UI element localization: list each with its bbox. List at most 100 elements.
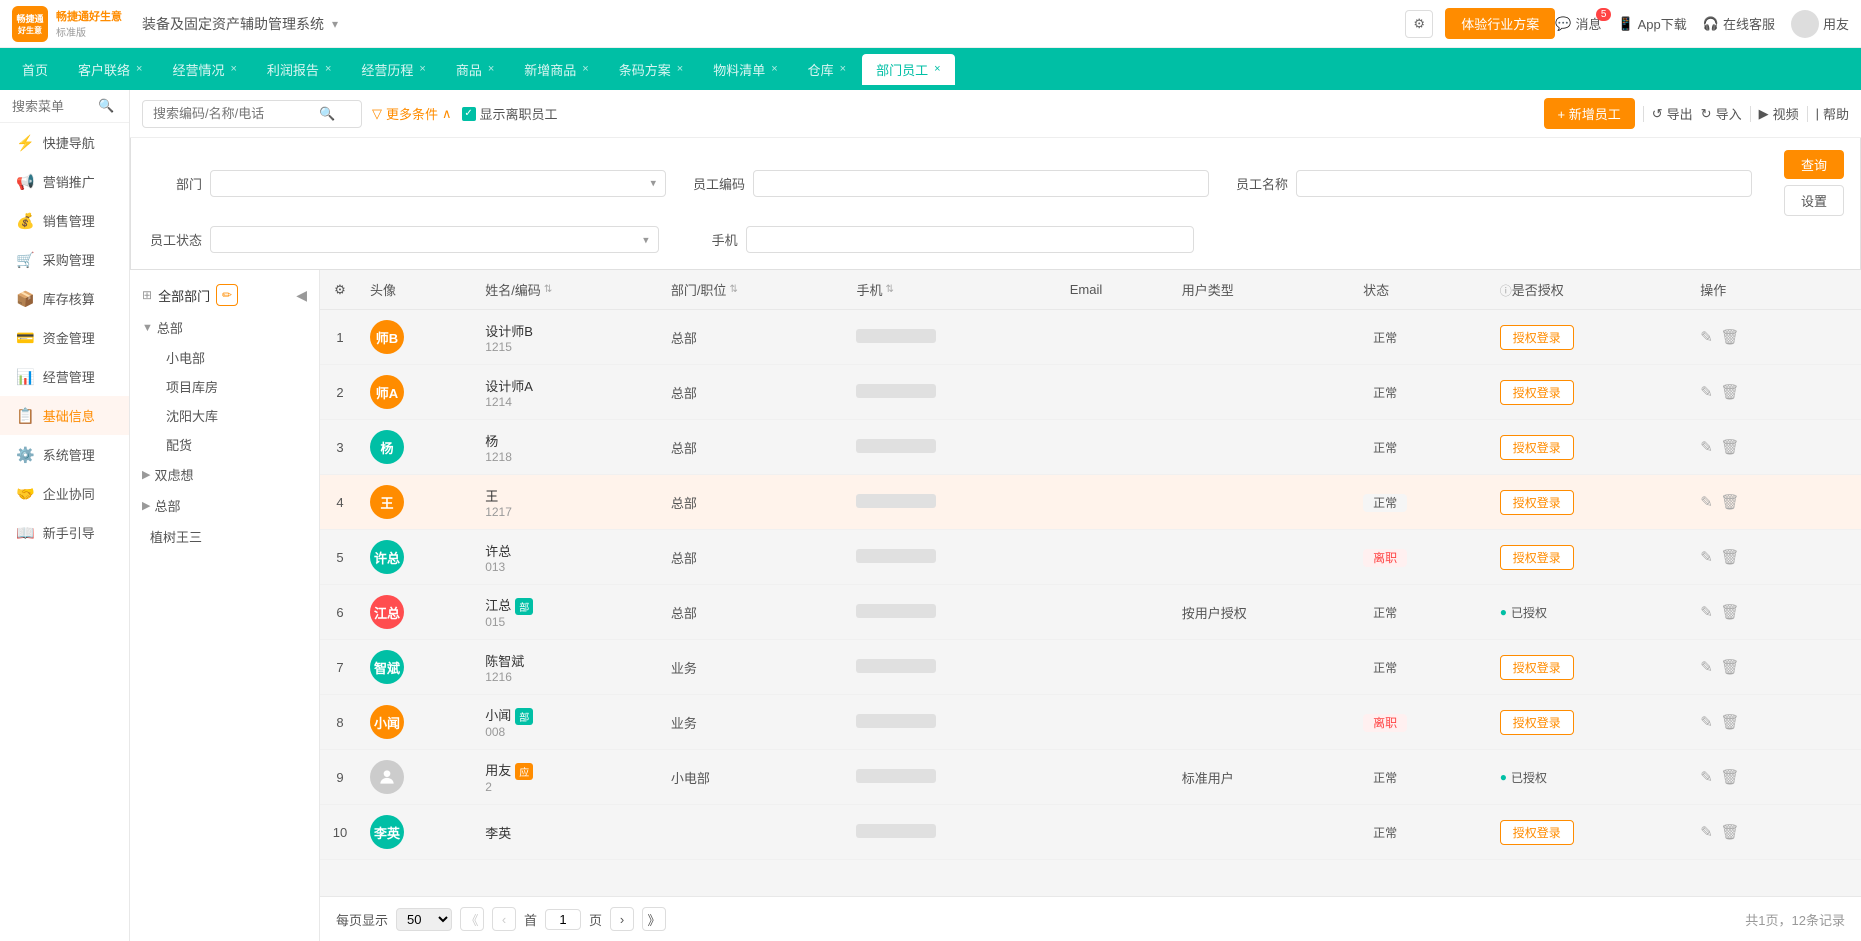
set-button[interactable]: 设置 xyxy=(1784,185,1844,216)
help-button[interactable]: | 帮助 xyxy=(1816,104,1849,123)
settings-button[interactable]: ⚙ xyxy=(1405,10,1433,38)
tab-add-goods[interactable]: 新增商品 × xyxy=(510,54,602,85)
edit-button[interactable]: ✎ xyxy=(1700,824,1713,841)
edit-button[interactable]: ✎ xyxy=(1700,439,1713,456)
auth-login-button[interactable]: 授权登录 xyxy=(1500,380,1574,405)
more-filter-button[interactable]: ▽ 更多条件 ∧ xyxy=(372,104,452,123)
tab-warehouse[interactable]: 仓库 × xyxy=(794,54,860,85)
sidebar-item-basic[interactable]: 📋 基础信息 xyxy=(0,396,129,435)
show-resigned-toggle[interactable]: ✓ 显示离职员工 xyxy=(462,104,558,123)
close-icon[interactable]: × xyxy=(230,63,236,75)
add-employee-button[interactable]: + 新增员工 xyxy=(1544,98,1635,129)
edit-button[interactable]: ✎ xyxy=(1700,329,1713,346)
delete-button[interactable]: 🗑 xyxy=(1720,824,1739,841)
emp-code-input[interactable] xyxy=(753,170,1209,197)
online-service-button[interactable]: 🎧 在线客服 xyxy=(1703,14,1775,33)
sidebar-item-sales[interactable]: 💰 销售管理 xyxy=(0,201,129,240)
prev-page-button[interactable]: ‹ xyxy=(492,907,516,931)
per-page-select[interactable]: 50 100 200 xyxy=(396,908,452,931)
delete-button[interactable]: 🗑 xyxy=(1720,439,1739,456)
dept-item-zongbu2[interactable]: ▶ 总部 xyxy=(130,490,319,521)
dept-sub-shenyang[interactable]: 沈阳大库 xyxy=(130,401,319,430)
close-icon[interactable]: × xyxy=(771,63,777,75)
close-icon[interactable]: × xyxy=(325,63,331,75)
last-page-button[interactable]: 》 xyxy=(642,907,666,931)
auth-login-button[interactable]: 授权登录 xyxy=(1500,710,1574,735)
sidebar-item-business[interactable]: 📊 经营管理 xyxy=(0,357,129,396)
tab-home[interactable]: 首页 xyxy=(8,54,62,85)
sidebar-item-inventory[interactable]: 📦 库存核算 xyxy=(0,279,129,318)
tab-employees[interactable]: 部门员工 × xyxy=(862,54,954,85)
emp-status-select[interactable] xyxy=(210,226,659,253)
delete-button[interactable]: 🗑 xyxy=(1720,659,1739,676)
dropdown-arrow-icon[interactable]: ▾ xyxy=(332,17,338,31)
close-icon[interactable]: × xyxy=(582,63,588,75)
dept-sub-xiangmu[interactable]: 项目库房 xyxy=(130,372,319,401)
close-icon[interactable]: × xyxy=(677,63,683,75)
delete-button[interactable]: 🗑 xyxy=(1720,494,1739,511)
search-input[interactable] xyxy=(153,106,313,121)
sidebar-item-purchase[interactable]: 🛒 采购管理 xyxy=(0,240,129,279)
tab-operation[interactable]: 经营情况 × xyxy=(158,54,250,85)
import-button[interactable]: ↻ 导入 xyxy=(1701,104,1742,123)
dept-item-zongbu[interactable]: ▼ 总部 xyxy=(130,312,319,343)
dept-select[interactable] xyxy=(210,170,666,197)
edit-button[interactable]: ✎ xyxy=(1700,604,1713,621)
close-icon[interactable]: × xyxy=(136,63,142,75)
tab-goods[interactable]: 商品 × xyxy=(442,54,508,85)
delete-button[interactable]: 🗑 xyxy=(1720,604,1739,621)
edit-button[interactable]: ✎ xyxy=(1700,549,1713,566)
delete-button[interactable]: 🗑 xyxy=(1720,769,1739,786)
tab-customer[interactable]: 客户联络 × xyxy=(64,54,156,85)
column-settings-icon[interactable]: ⚙ xyxy=(334,282,346,297)
delete-button[interactable]: 🗑 xyxy=(1720,549,1739,566)
sort-dept[interactable]: 部门/职位 ⇅ xyxy=(671,280,837,299)
sort-phone[interactable]: 手机 ⇅ xyxy=(856,280,1049,299)
delete-button[interactable]: 🗑 xyxy=(1720,329,1739,346)
edit-button[interactable]: ✎ xyxy=(1700,494,1713,511)
tab-profit[interactable]: 利润报告 × xyxy=(253,54,345,85)
sidebar-search-input[interactable] xyxy=(12,99,92,114)
delete-button[interactable]: 🗑 xyxy=(1720,714,1739,731)
tab-history[interactable]: 经营历程 × xyxy=(347,54,439,85)
close-icon[interactable]: × xyxy=(419,63,425,75)
edit-button[interactable]: ✎ xyxy=(1700,384,1713,401)
sidebar-item-finance[interactable]: 💳 资金管理 xyxy=(0,318,129,357)
tab-barcode[interactable]: 条码方案 × xyxy=(605,54,697,85)
dept-edit-button[interactable]: ✏ xyxy=(216,284,238,306)
edit-button[interactable]: ✎ xyxy=(1700,769,1713,786)
auth-login-button[interactable]: 授权登录 xyxy=(1500,820,1574,845)
sidebar-item-collab[interactable]: 🤝 企业协同 xyxy=(0,474,129,513)
dept-collapse-button[interactable]: ◀ xyxy=(296,287,307,304)
auth-login-button[interactable]: 授权登录 xyxy=(1500,325,1574,350)
auth-login-button[interactable]: 授权登录 xyxy=(1500,545,1574,570)
delete-button[interactable]: 🗑 xyxy=(1720,384,1739,401)
page-number-input[interactable] xyxy=(545,909,581,930)
sidebar-item-guide[interactable]: 📖 新手引导 xyxy=(0,513,129,552)
auth-login-button[interactable]: 授权登录 xyxy=(1500,435,1574,460)
trial-button[interactable]: 体验行业方案 xyxy=(1445,8,1555,39)
video-button[interactable]: ▶ 视频 xyxy=(1759,104,1799,123)
close-icon[interactable]: × xyxy=(934,63,940,75)
query-button[interactable]: 查询 xyxy=(1784,150,1844,179)
app-download-button[interactable]: 📱 App下载 xyxy=(1617,14,1686,33)
tab-bom[interactable]: 物料清单 × xyxy=(699,54,791,85)
next-page-button[interactable]: › xyxy=(610,907,634,931)
user-menu-button[interactable]: 用友 xyxy=(1791,10,1849,38)
phone-input[interactable] xyxy=(746,226,1195,253)
dept-item-zhishu[interactable]: 植树王三 xyxy=(130,521,319,552)
sidebar-item-system[interactable]: ⚙️ 系统管理 xyxy=(0,435,129,474)
emp-name-input[interactable] xyxy=(1296,170,1752,197)
sort-name[interactable]: 姓名/编码 ⇅ xyxy=(485,280,651,299)
export-button[interactable]: ↺ 导出 xyxy=(1652,104,1693,123)
message-button[interactable]: 💬 消息 5 xyxy=(1555,14,1601,33)
dept-item-shuanglv[interactable]: ▶ 双虑想 xyxy=(130,459,319,490)
close-icon[interactable]: × xyxy=(488,63,494,75)
auth-login-button[interactable]: 授权登录 xyxy=(1500,655,1574,680)
sidebar-item-marketing[interactable]: 📢 营销推广 xyxy=(0,162,129,201)
close-icon[interactable]: × xyxy=(840,63,846,75)
sidebar-item-quicknav[interactable]: ⚡ 快捷导航 xyxy=(0,123,129,162)
dept-sub-peihuo[interactable]: 配货 xyxy=(130,430,319,459)
dept-sub-xiaodibu[interactable]: 小电部 xyxy=(130,343,319,372)
edit-button[interactable]: ✎ xyxy=(1700,659,1713,676)
